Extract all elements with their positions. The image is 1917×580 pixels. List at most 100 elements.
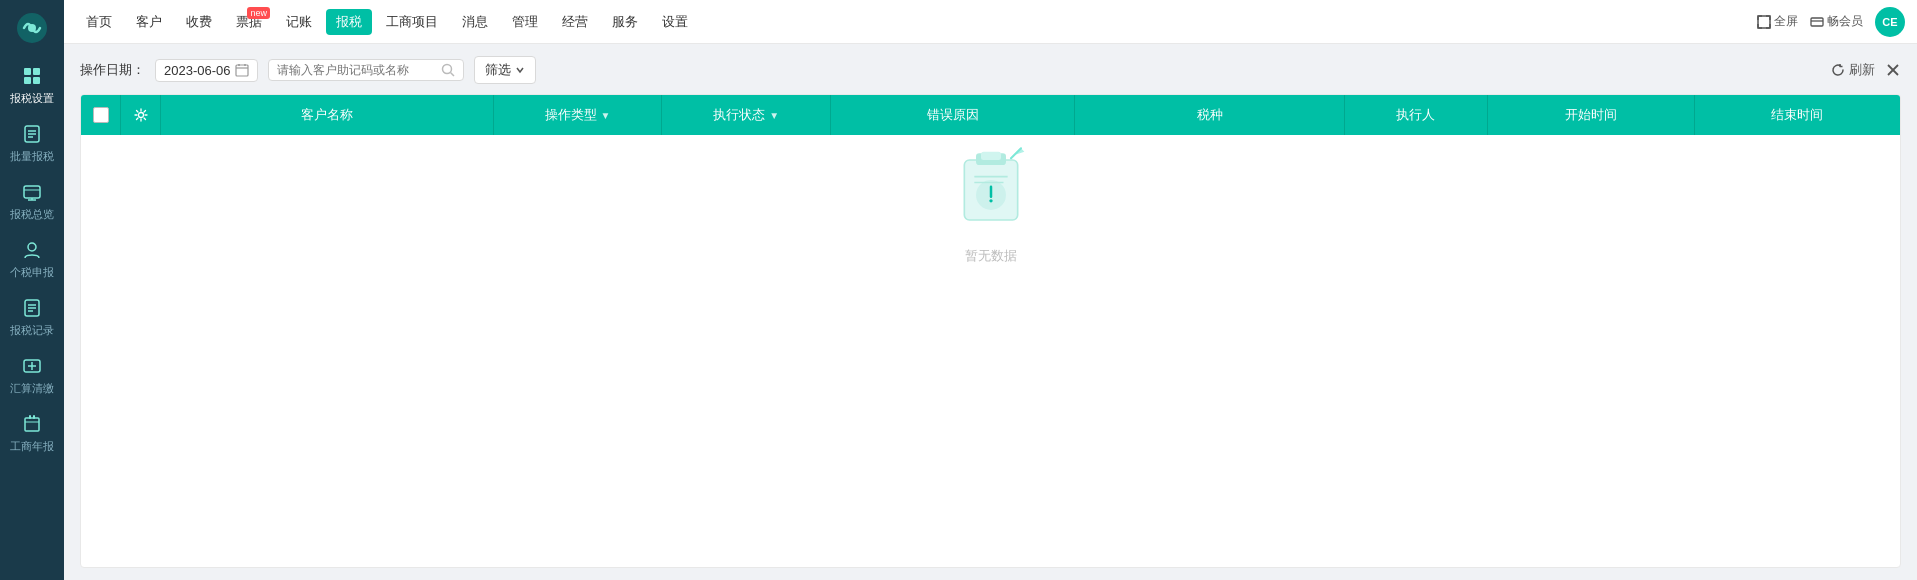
sort-icon-type: ▼ <box>601 110 611 121</box>
svg-rect-24 <box>33 415 35 419</box>
svg-rect-5 <box>33 77 40 84</box>
svg-line-44 <box>1011 148 1021 158</box>
nav-item-piao[interactable]: 票据 new <box>226 9 272 35</box>
sidebar-item-label: 工商年报 <box>10 439 54 454</box>
svg-rect-40 <box>981 152 1001 160</box>
nav-item-customer[interactable]: 客户 <box>126 9 172 35</box>
svg-point-37 <box>138 113 143 118</box>
nav-item-jizhang[interactable]: 记账 <box>276 9 322 35</box>
toolbar: 操作日期： 2023-06-06 筛选 <box>80 56 1901 84</box>
col-client-name: 客户名称 <box>161 95 494 135</box>
empty-state: 暂无数据 <box>81 135 1900 265</box>
sidebar-item-label: 报税记录 <box>10 323 54 338</box>
page-content: 操作日期： 2023-06-06 筛选 <box>64 44 1917 580</box>
settings-icon <box>133 107 149 123</box>
main-area: 首页 客户 收费 票据 new 记账 报税 工商项目 消息 <box>64 0 1917 580</box>
sidebar-item-label: 批量报税 <box>10 149 54 164</box>
geshuishenbo-icon <box>20 238 44 262</box>
close-icon <box>1885 62 1901 78</box>
sidebar-item-geshuishenbo[interactable]: 个税申报 <box>0 230 64 288</box>
nav-item-xiaoxi[interactable]: 消息 <box>452 9 498 35</box>
fullscreen-icon <box>1757 15 1771 29</box>
table-header: 客户名称 操作类型 ▼ 执行状态 ▼ 错误原因 税种 执行人 <box>81 95 1900 135</box>
col-tax-type: 税种 <box>1075 95 1345 135</box>
member-button[interactable]: 畅会员 <box>1810 13 1863 30</box>
svg-rect-22 <box>25 418 39 431</box>
sidebar-item-baoshui-zonlan[interactable]: 报税总览 <box>0 172 64 230</box>
nav-items: 首页 客户 收费 票据 new 记账 报税 工商项目 消息 <box>76 9 1757 35</box>
date-label: 操作日期： <box>80 61 145 79</box>
svg-rect-27 <box>1811 18 1823 26</box>
empty-illustration <box>941 135 1041 235</box>
calendar-icon <box>235 63 249 77</box>
refresh-label: 刷新 <box>1849 61 1875 79</box>
close-button[interactable] <box>1885 62 1901 78</box>
data-table: 客户名称 操作类型 ▼ 执行状态 ▼ 错误原因 税种 执行人 <box>80 94 1901 568</box>
svg-point-1 <box>28 24 36 32</box>
col-executor: 执行人 <box>1345 95 1488 135</box>
svg-point-14 <box>28 243 36 251</box>
app-logo[interactable] <box>12 8 52 48</box>
sort-icon-status: ▼ <box>769 110 779 121</box>
search-icon <box>441 63 455 77</box>
nav-item-baoshui[interactable]: 报税 <box>326 9 372 35</box>
header-checkbox[interactable] <box>93 107 109 123</box>
nav-item-guanli[interactable]: 管理 <box>502 9 548 35</box>
filter-button[interactable]: 筛选 <box>474 56 536 84</box>
nav-item-fuwu[interactable]: 服务 <box>602 9 648 35</box>
baoshui-zonlan-icon <box>20 180 44 204</box>
svg-rect-10 <box>24 186 40 198</box>
sidebar-item-huisuan-jiaona[interactable]: 汇算清缴 <box>0 346 64 404</box>
nav-item-gongshang-xiangmu[interactable]: 工商项目 <box>376 9 448 35</box>
fullscreen-button[interactable]: 全屏 <box>1757 13 1798 30</box>
date-value: 2023-06-06 <box>164 63 231 78</box>
member-icon <box>1810 15 1824 29</box>
svg-point-43 <box>989 199 992 202</box>
svg-line-34 <box>450 73 454 77</box>
sidebar-item-label: 报税总览 <box>10 207 54 222</box>
refresh-icon <box>1831 63 1845 77</box>
col-op-type[interactable]: 操作类型 ▼ <box>494 95 663 135</box>
top-navigation: 首页 客户 收费 票据 new 记账 报税 工商项目 消息 <box>64 0 1917 44</box>
search-box[interactable] <box>268 59 464 81</box>
baoshui-jilu-icon <box>20 296 44 320</box>
svg-rect-26 <box>1758 16 1770 28</box>
topnav-right: 全屏 畅会员 CE <box>1757 7 1905 37</box>
sidebar-item-baoshui-shezhi[interactable]: 报税设置 <box>0 56 64 114</box>
nav-item-jingying[interactable]: 经营 <box>552 9 598 35</box>
sidebar-item-baoshui-jilu[interactable]: 报税记录 <box>0 288 64 346</box>
sidebar-item-piliang-baoshui[interactable]: 批量报税 <box>0 114 64 172</box>
svg-rect-2 <box>24 68 31 75</box>
new-badge: new <box>247 7 270 20</box>
col-error-reason: 错误原因 <box>831 95 1075 135</box>
sidebar-item-label: 汇算清缴 <box>10 381 54 396</box>
empty-text: 暂无数据 <box>965 247 1017 265</box>
search-input[interactable] <box>277 63 437 77</box>
col-exec-status[interactable]: 执行状态 ▼ <box>662 95 831 135</box>
svg-rect-29 <box>236 65 248 76</box>
chevron-down-icon <box>515 65 525 75</box>
piliang-baoshui-icon <box>20 122 44 146</box>
table-body: 暂无数据 <box>81 135 1900 567</box>
col-end-time: 结束时间 <box>1695 95 1900 135</box>
col-settings[interactable] <box>121 95 161 135</box>
date-picker[interactable]: 2023-06-06 <box>155 59 258 82</box>
toolbar-right: 刷新 <box>1831 61 1901 79</box>
nav-item-shezhi[interactable]: 设置 <box>652 9 698 35</box>
refresh-button[interactable]: 刷新 <box>1831 61 1875 79</box>
sidebar-item-gongshang-nianbao[interactable]: 工商年报 <box>0 404 64 462</box>
sidebar-item-label: 个税申报 <box>10 265 54 280</box>
baoshui-shezhi-icon <box>20 64 44 88</box>
filter-label: 筛选 <box>485 61 511 79</box>
huisuan-jiaona-icon <box>20 354 44 378</box>
user-avatar[interactable]: CE <box>1875 7 1905 37</box>
nav-item-homepage[interactable]: 首页 <box>76 9 122 35</box>
col-start-time: 开始时间 <box>1488 95 1694 135</box>
svg-rect-23 <box>29 415 31 419</box>
nav-item-shoufei[interactable]: 收费 <box>176 9 222 35</box>
svg-rect-4 <box>24 77 31 84</box>
gongshang-nianbao-icon <box>20 412 44 436</box>
sidebar-item-label: 报税设置 <box>10 91 54 106</box>
col-checkbox[interactable] <box>81 95 121 135</box>
svg-rect-3 <box>33 68 40 75</box>
